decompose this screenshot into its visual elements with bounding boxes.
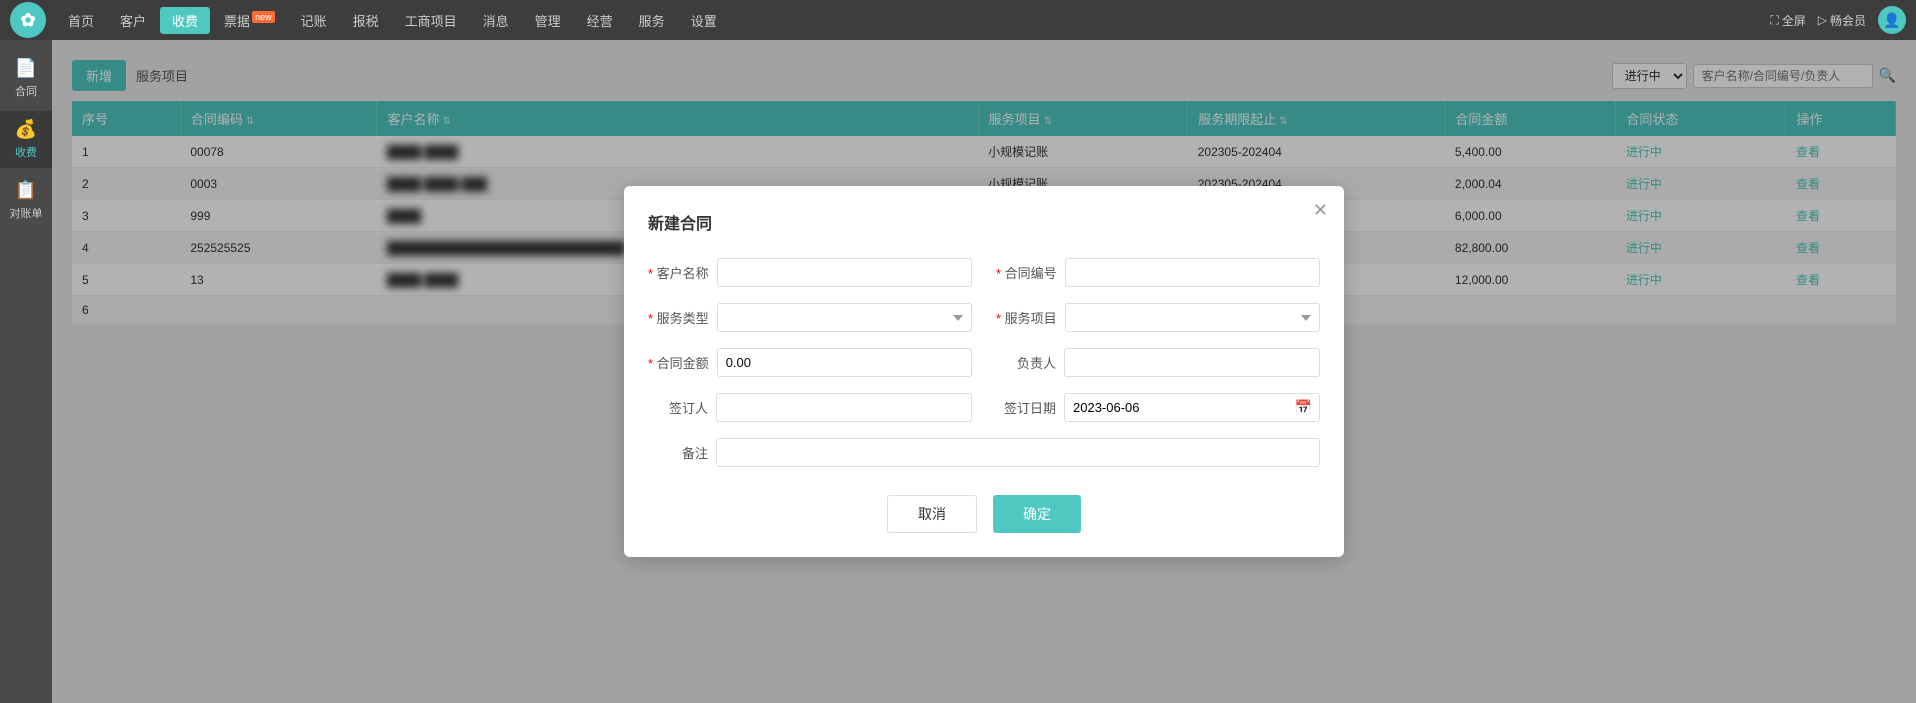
nav-tax[interactable]: 报税 bbox=[341, 7, 391, 34]
service-item-label: 服务项目 bbox=[996, 308, 1057, 327]
form-row-amount: 合同金额 bbox=[648, 348, 972, 377]
modal-title: 新建合同 bbox=[648, 210, 1320, 234]
form-row-service-item: 服务项目 bbox=[996, 303, 1320, 332]
form-row-service-type: 服务类型 bbox=[648, 303, 972, 332]
nav-accounting[interactable]: 记账 bbox=[289, 7, 339, 34]
form-row-notes: 备注 bbox=[648, 438, 1320, 467]
contract-no-label: 合同编号 bbox=[996, 263, 1057, 282]
fullscreen-button[interactable]: ⛶ 全屏 bbox=[1770, 12, 1805, 29]
sign-date-wrapper: 📅 bbox=[1064, 393, 1320, 422]
amount-label: 合同金额 bbox=[648, 353, 709, 372]
top-navigation: ✿ 首页 客户 收费 票据new 记账 报税 工商项目 消息 管理 经营 服务 … bbox=[0, 0, 1916, 40]
signer-input[interactable] bbox=[716, 393, 972, 422]
service-type-select-wrapper bbox=[717, 303, 972, 332]
customer-input[interactable] bbox=[717, 258, 972, 287]
nav-manage[interactable]: 管理 bbox=[523, 7, 573, 34]
nav-billing[interactable]: 收费 bbox=[160, 7, 210, 34]
sidebar: 📄 合同 💰 收费 📋 对账单 bbox=[0, 40, 52, 703]
notes-input[interactable] bbox=[716, 438, 1320, 467]
service-item-select-wrapper bbox=[1065, 303, 1320, 332]
form-row-customer: 客户名称 bbox=[648, 258, 972, 287]
notes-label: 备注 bbox=[648, 443, 708, 462]
avatar-icon: 👤 bbox=[1883, 12, 1900, 29]
responsible-input[interactable] bbox=[1064, 348, 1320, 377]
form-row-responsible: 负责人 bbox=[996, 348, 1320, 377]
service-type-select[interactable] bbox=[717, 303, 972, 332]
confirm-button[interactable]: 确定 bbox=[993, 495, 1081, 533]
form-row-sign-date: 签订日期 📅 bbox=[996, 393, 1320, 422]
sidebar-item-contract[interactable]: 📄 合同 bbox=[0, 50, 52, 107]
service-item-select[interactable] bbox=[1065, 303, 1320, 332]
nav-invoice[interactable]: 票据new bbox=[212, 7, 287, 34]
new-contract-modal: ✕ 新建合同 客户名称 合同编号 服务类型 bbox=[624, 186, 1344, 557]
service-type-label: 服务类型 bbox=[648, 308, 709, 327]
new-badge: new bbox=[252, 11, 275, 23]
modal-overlay: ✕ 新建合同 客户名称 合同编号 服务类型 bbox=[52, 40, 1916, 703]
nav-operation[interactable]: 经营 bbox=[575, 7, 625, 34]
customer-label: 客户名称 bbox=[648, 263, 709, 282]
sign-date-label: 签订日期 bbox=[996, 398, 1056, 417]
nav-customer[interactable]: 客户 bbox=[108, 7, 158, 34]
contract-no-input[interactable] bbox=[1065, 258, 1320, 287]
modal-footer: 取消 确定 bbox=[648, 495, 1320, 533]
form-row-signer: 签订人 bbox=[648, 393, 972, 422]
sidebar-item-statement[interactable]: 📋 对账单 bbox=[0, 172, 52, 229]
billing-icon: 💰 bbox=[15, 119, 37, 140]
nav-items: 首页 客户 收费 票据new 记账 报税 工商项目 消息 管理 经营 服务 设置 bbox=[56, 7, 1770, 34]
nav-business[interactable]: 工商项目 bbox=[393, 7, 469, 34]
nav-message[interactable]: 消息 bbox=[471, 7, 521, 34]
signer-label: 签订人 bbox=[648, 398, 708, 417]
member-button[interactable]: ▷ 畅会员 bbox=[1818, 12, 1866, 29]
amount-input[interactable] bbox=[717, 348, 972, 377]
sign-date-input[interactable] bbox=[1064, 393, 1320, 422]
calendar-icon[interactable]: 📅 bbox=[1295, 399, 1312, 416]
main-content: 新增 服务项目 进行中 已完成 已终止 🔍 序号 合同编码⇅ 客 bbox=[52, 40, 1916, 703]
nav-home[interactable]: 首页 bbox=[56, 7, 106, 34]
app-logo: ✿ bbox=[10, 2, 46, 38]
nav-service[interactable]: 服务 bbox=[627, 7, 677, 34]
topnav-right: ⛶ 全屏 ▷ 畅会员 👤 bbox=[1770, 6, 1906, 34]
sidebar-item-billing[interactable]: 💰 收费 bbox=[0, 111, 52, 168]
play-icon: ▷ bbox=[1818, 13, 1827, 27]
avatar[interactable]: 👤 bbox=[1878, 6, 1906, 34]
statement-icon: 📋 bbox=[15, 180, 37, 201]
modal-close-button[interactable]: ✕ bbox=[1313, 200, 1328, 221]
cancel-button[interactable]: 取消 bbox=[887, 495, 977, 533]
contract-icon: 📄 bbox=[15, 58, 37, 79]
nav-settings[interactable]: 设置 bbox=[679, 7, 729, 34]
form-row-contract-no: 合同编号 bbox=[996, 258, 1320, 287]
main-layout: 📄 合同 💰 收费 📋 对账单 新增 服务项目 进行中 已完成 已终止 bbox=[0, 40, 1916, 703]
form-grid: 客户名称 合同编号 服务类型 bbox=[648, 258, 1320, 467]
fullscreen-icon: ⛶ bbox=[1770, 13, 1778, 28]
responsible-label: 负责人 bbox=[996, 353, 1056, 372]
